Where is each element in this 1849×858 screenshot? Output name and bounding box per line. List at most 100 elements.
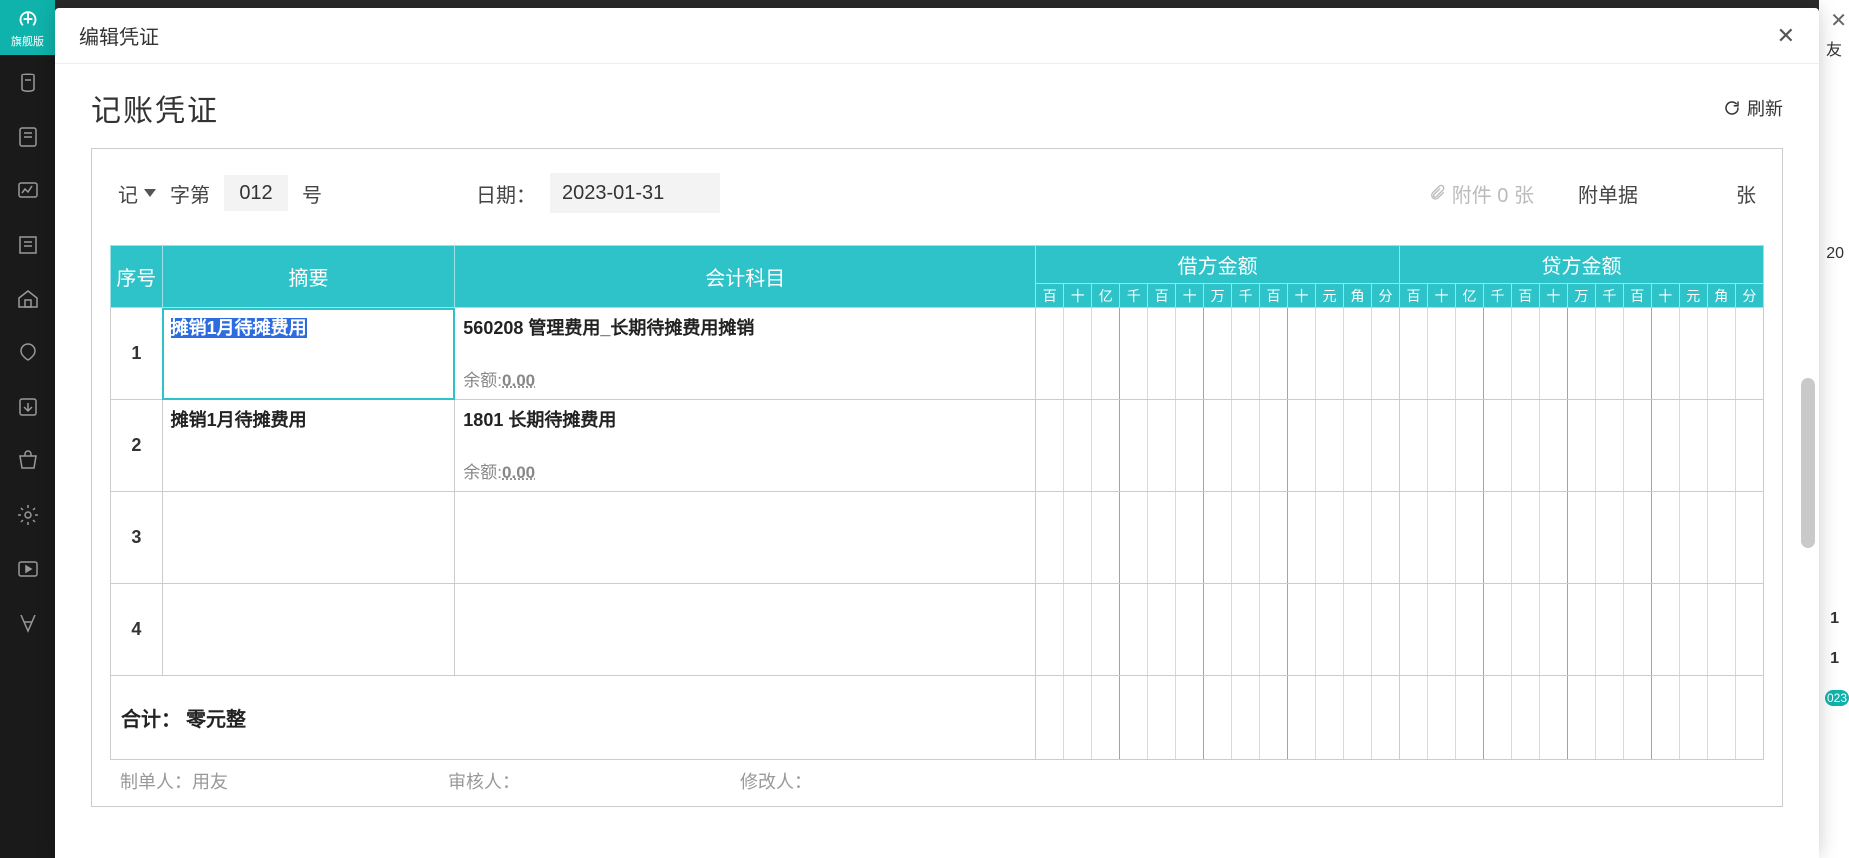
- table-row: 3: [111, 492, 1764, 584]
- unit-header: 百: [1260, 284, 1288, 308]
- account-cell[interactable]: [455, 492, 1036, 584]
- unit-header: 千: [1232, 284, 1260, 308]
- sidebar: 旗舰版: [0, 0, 55, 858]
- close-button[interactable]: ✕: [1777, 23, 1795, 49]
- unit-header: 百: [1400, 284, 1428, 308]
- bg-num-2: 1: [1830, 610, 1839, 628]
- unit-header: 十: [1064, 284, 1092, 308]
- sidebar-item-7[interactable]: [15, 394, 41, 420]
- unit-header: 百: [1623, 284, 1651, 308]
- table-row: 2摊销1月待摊费用1801 长期待摊费用余额:0.00: [111, 400, 1764, 492]
- modal-title: 编辑凭证: [79, 21, 159, 50]
- sidebar-item-8[interactable]: [15, 448, 41, 474]
- unit-header: 千: [1595, 284, 1623, 308]
- credit-amount-cell[interactable]: [1400, 584, 1764, 676]
- account-balance: 余额:0.00: [463, 458, 1027, 483]
- unit-header: 万: [1204, 284, 1232, 308]
- voucher-date-input[interactable]: [550, 173, 720, 213]
- col-account-header: 会计科目: [455, 246, 1036, 308]
- maker-label: 制单人：: [120, 772, 192, 792]
- refresh-icon: [1723, 99, 1741, 117]
- total-credit: [1400, 676, 1764, 760]
- attach-input-label: 附单据: [1578, 179, 1638, 208]
- summary-cell[interactable]: 摊销1月待摊费用: [162, 400, 455, 492]
- logo-label: 旗舰版: [11, 33, 44, 49]
- sidebar-item-11[interactable]: [15, 610, 41, 636]
- attach-unit: 张: [1736, 179, 1756, 208]
- account-cell[interactable]: [455, 584, 1036, 676]
- refresh-label: 刷新: [1747, 95, 1783, 121]
- summary-cell[interactable]: [162, 492, 455, 584]
- attachments-link[interactable]: 附件 0 张: [1428, 179, 1534, 208]
- unit-header: 十: [1428, 284, 1456, 308]
- table-row: 4: [111, 584, 1764, 676]
- row-seq: 2: [111, 400, 163, 492]
- summary-cell[interactable]: [162, 584, 455, 676]
- credit-amount-cell[interactable]: [1400, 400, 1764, 492]
- unit-header: 亿: [1456, 284, 1484, 308]
- voucher-table: 序号 摘要 会计科目 借方金额 贷方金额 百十亿千百十万千百十元角分百十亿千百十…: [110, 245, 1764, 760]
- unit-header: 角: [1707, 284, 1735, 308]
- number-suffix: 号: [302, 179, 322, 208]
- debit-amount-cell[interactable]: [1036, 308, 1400, 400]
- sidebar-item-5[interactable]: [15, 286, 41, 312]
- unit-header: 百: [1036, 284, 1064, 308]
- voucher-container: 记 字第 号 日期： 附件 0 张 附单据 张: [91, 148, 1783, 807]
- unit-header: 分: [1735, 284, 1763, 308]
- maker-value: 用友: [192, 772, 228, 792]
- scrollbar-thumb[interactable]: [1801, 378, 1815, 548]
- unit-header: 亿: [1092, 284, 1120, 308]
- summary-cell[interactable]: 摊销1月待摊费用: [162, 308, 455, 400]
- unit-header: 分: [1371, 284, 1399, 308]
- date-label: 日期：: [476, 179, 536, 208]
- edit-voucher-modal: 编辑凭证 ✕ 记账凭证 刷新 记 字第 号 日期：: [55, 8, 1819, 858]
- bg-num-1: 20: [1826, 245, 1844, 263]
- unit-header: 十: [1176, 284, 1204, 308]
- total-amount-words: 零元整: [186, 709, 246, 731]
- voucher-type-label: 记: [118, 179, 138, 208]
- unit-header: 角: [1343, 284, 1371, 308]
- unit-header: 十: [1651, 284, 1679, 308]
- account-cell[interactable]: 560208 管理费用_长期待摊费用摊销余额:0.00: [455, 308, 1036, 400]
- unit-header: 千: [1120, 284, 1148, 308]
- debit-amount-cell[interactable]: [1036, 492, 1400, 584]
- total-label: 合计：: [111, 709, 181, 731]
- sidebar-item-1[interactable]: [15, 70, 41, 96]
- account-cell[interactable]: 1801 长期待摊费用余额:0.00: [455, 400, 1036, 492]
- voucher-number-input[interactable]: [224, 175, 288, 211]
- sidebar-item-10[interactable]: [15, 556, 41, 582]
- unit-header: 元: [1679, 284, 1707, 308]
- credit-amount-cell[interactable]: [1400, 492, 1764, 584]
- bg-close-icon[interactable]: ✕: [1830, 8, 1847, 33]
- signers-row: 制单人：用友 审核人： 修改人：: [110, 760, 1764, 802]
- debit-amount-cell[interactable]: [1036, 400, 1400, 492]
- unit-header: 百: [1148, 284, 1176, 308]
- total-row: 合计： 零元整: [111, 676, 1764, 760]
- bg-num-3: 1: [1830, 650, 1839, 668]
- col-debit-header: 借方金额: [1036, 246, 1400, 284]
- account-name: 560208 管理费用_长期待摊费用摊销: [463, 314, 1027, 340]
- sidebar-item-4[interactable]: [15, 232, 41, 258]
- account-balance: 余额:0.00: [463, 366, 1027, 391]
- sidebar-item-2[interactable]: [15, 124, 41, 150]
- modifier-label: 修改人：: [740, 772, 812, 792]
- sidebar-item-9[interactable]: [15, 502, 41, 528]
- unit-header: 十: [1539, 284, 1567, 308]
- app-logo[interactable]: 旗舰版: [0, 0, 55, 55]
- credit-amount-cell[interactable]: [1400, 308, 1764, 400]
- attach-count-input[interactable]: [1652, 176, 1722, 210]
- unit-header: 万: [1567, 284, 1595, 308]
- voucher-form-row: 记 字第 号 日期： 附件 0 张 附单据 张: [110, 173, 1764, 213]
- col-summary-header: 摘要: [162, 246, 455, 308]
- attachments-label: 附件 0 张: [1452, 179, 1534, 208]
- table-row: 1摊销1月待摊费用560208 管理费用_长期待摊费用摊销余额:0.00: [111, 308, 1764, 400]
- voucher-type-select[interactable]: 记: [118, 179, 156, 208]
- debit-amount-cell[interactable]: [1036, 584, 1400, 676]
- bg-chip: 023: [1825, 690, 1849, 706]
- refresh-button[interactable]: 刷新: [1723, 95, 1783, 121]
- unit-header: 百: [1511, 284, 1539, 308]
- sidebar-item-3[interactable]: [15, 178, 41, 204]
- sidebar-item-6[interactable]: [15, 340, 41, 366]
- account-name: 1801 长期待摊费用: [463, 406, 1027, 432]
- row-seq: 3: [111, 492, 163, 584]
